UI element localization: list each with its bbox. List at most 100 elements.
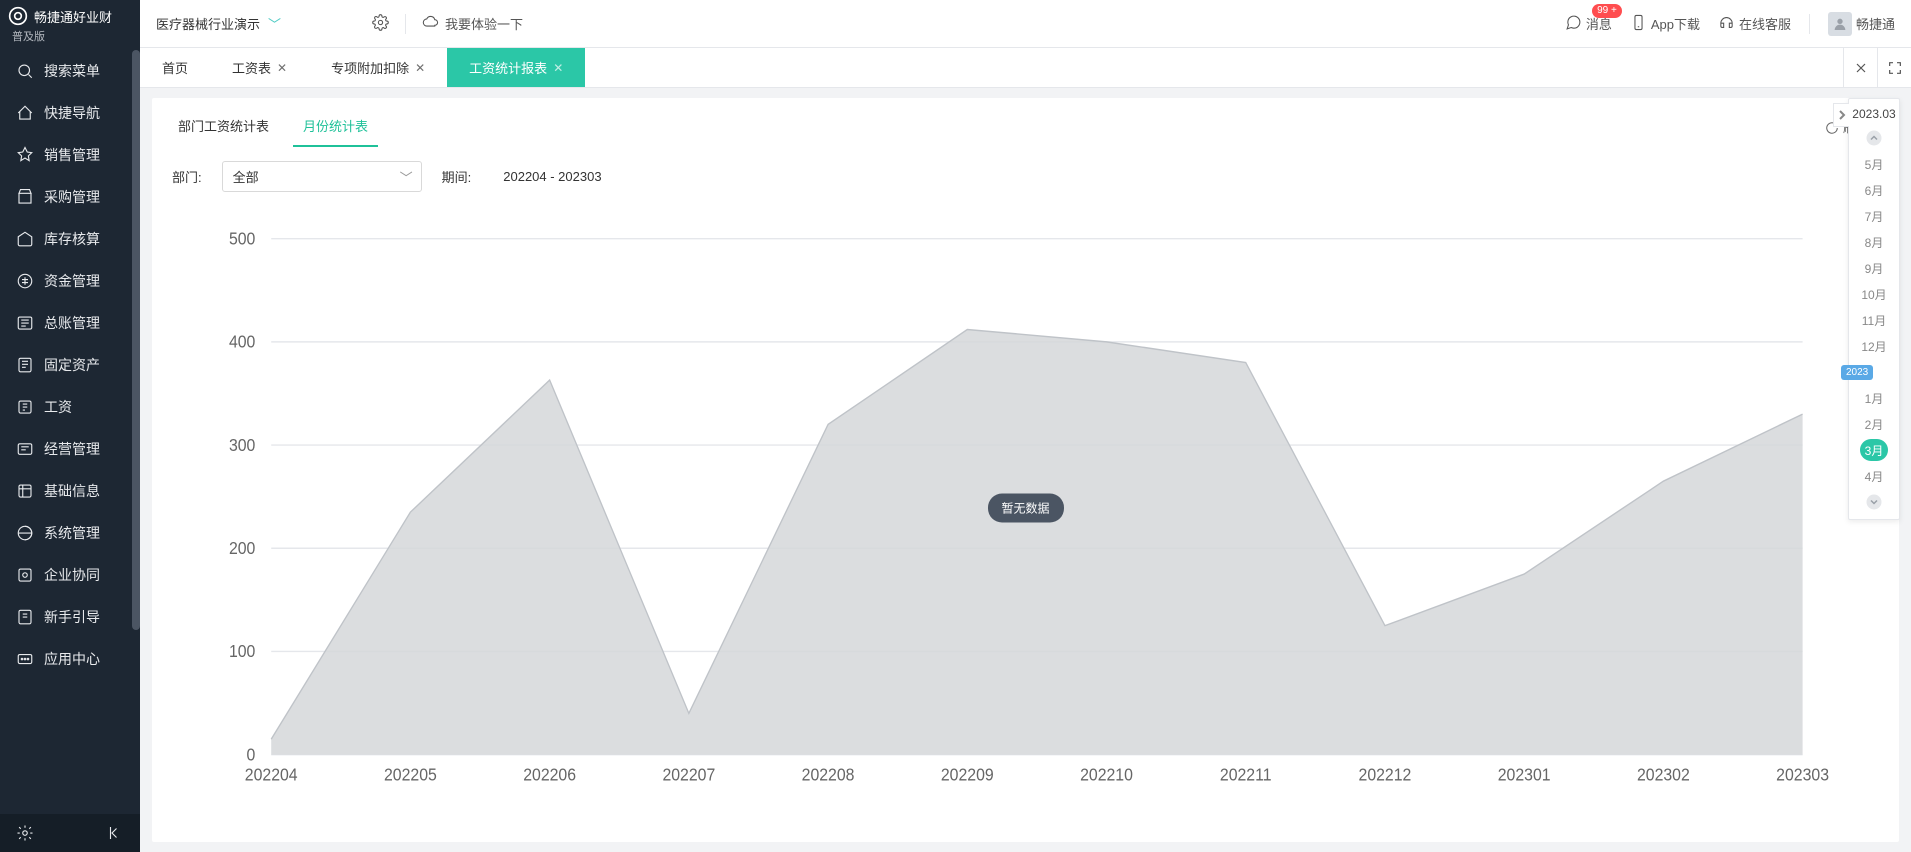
chart-area: 0100200300400500202204202205202206202207… [152,200,1899,842]
menu-label: 总账管理 [44,313,100,333]
fullscreen-button[interactable] [1877,48,1911,87]
menu-label: 快捷导航 [44,103,100,123]
period-month[interactable]: 12月 [1860,335,1888,357]
dept-label: 部门: [172,167,202,186]
period-month[interactable]: 5月 [1860,153,1888,175]
menu-label: 企业协同 [44,565,100,585]
sidebar-item-9[interactable]: 经营管理 [0,428,140,470]
menu-icon [16,440,34,458]
menu-icon [16,356,34,374]
period-prev-button[interactable] [1849,127,1899,149]
menu-label: 销售管理 [44,145,100,165]
sidebar-item-13[interactable]: 新手引导 [0,596,140,638]
close-icon[interactable]: ✕ [553,61,563,75]
menu-label: 新手引导 [44,607,100,627]
svg-text:300: 300 [229,435,255,455]
collapse-icon[interactable] [106,824,124,842]
avatar-icon [1828,12,1852,36]
headset-icon [1718,14,1735,34]
menu-icon [16,650,34,668]
close-icon[interactable]: ✕ [415,61,425,75]
period-month[interactable]: 8月 [1860,231,1888,253]
sidebar-item-11[interactable]: 系统管理 [0,512,140,554]
tab-0[interactable]: 首页 [140,48,210,87]
sidebar-menu: 搜索菜单快捷导航销售管理采购管理库存核算资金管理总账管理固定资产工资经营管理基础… [0,50,140,814]
message-icon [1565,14,1582,34]
menu-label: 搜索菜单 [44,61,100,81]
period-month[interactable]: 7月 [1860,205,1888,227]
period-month[interactable]: 9月 [1860,257,1888,279]
subtab-1[interactable]: 月份统计表 [293,108,378,147]
svg-text:100: 100 [229,642,255,662]
tabs-row: 首页工资表✕专项附加扣除✕工资统计报表✕ [140,48,1911,88]
message-button[interactable]: 消息 99 + [1565,14,1612,34]
period-next-button[interactable] [1849,491,1899,513]
svg-text:202212: 202212 [1359,765,1412,785]
sidebar-item-7[interactable]: 固定资产 [0,344,140,386]
tabs-close-button[interactable] [1843,48,1877,87]
menu-icon [16,62,34,80]
dept-select[interactable]: 全部 ﹀ [222,161,422,192]
try-link[interactable]: 我要体验一下 [422,14,523,34]
tab-label: 专项附加扣除 [331,58,409,77]
org-selector[interactable]: 医疗器械行业演示 ﹀ [156,14,356,33]
sidebar-item-5[interactable]: 资金管理 [0,260,140,302]
period-label: 期间: [442,167,472,186]
svg-text:202302: 202302 [1637,765,1690,785]
svg-text:202210: 202210 [1080,765,1133,785]
subtab-0[interactable]: 部门工资统计表 [168,108,279,147]
menu-icon [16,398,34,416]
period-month[interactable]: 10月 [1860,283,1888,305]
period-month[interactable]: 2月 [1860,413,1888,435]
sidebar-item-10[interactable]: 基础信息 [0,470,140,512]
sidebar-item-0[interactable]: 搜索菜单 [0,50,140,92]
support-label: 在线客服 [1739,14,1791,33]
menu-label: 库存核算 [44,229,100,249]
menu-icon [16,314,34,332]
period-rail-toggle[interactable] [1833,103,1849,127]
period-month[interactable]: 6月 [1860,179,1888,201]
sidebar-item-8[interactable]: 工资 [0,386,140,428]
user-menu[interactable]: 畅捷通 [1828,12,1895,36]
logo-area: 畅捷通好业财 [0,0,140,28]
sidebar-item-2[interactable]: 销售管理 [0,134,140,176]
menu-icon [16,608,34,626]
sidebar-item-3[interactable]: 采购管理 [0,176,140,218]
sidebar-item-4[interactable]: 库存核算 [0,218,140,260]
settings-icon[interactable] [16,824,34,842]
tab-label: 首页 [162,58,188,77]
menu-icon [16,566,34,584]
period-month[interactable]: 4月 [1860,465,1888,487]
menu-icon [16,272,34,290]
gear-icon[interactable] [372,14,389,34]
filters-bar: 部门: 全部 ﹀ 期间: 202204 - 202303 [152,147,1899,200]
sidebar-item-1[interactable]: 快捷导航 [0,92,140,134]
close-icon[interactable]: ✕ [277,61,287,75]
period-month[interactable]: 11月 [1860,309,1888,331]
period-month[interactable]: 1月 [1860,387,1888,409]
support-button[interactable]: 在线客服 [1718,14,1791,34]
svg-text:400: 400 [229,332,255,352]
period-list: 5月6月7月8月9月10月11月12月20231月2月3月4月 [1849,149,1899,491]
phone-icon [1630,14,1647,34]
period-month[interactable]: 3月 [1860,439,1888,461]
sidebar-item-12[interactable]: 企业协同 [0,554,140,596]
logo-icon [8,6,28,26]
app-download-label: App下载 [1651,14,1700,33]
menu-label: 应用中心 [44,649,100,669]
sidebar-item-6[interactable]: 总账管理 [0,302,140,344]
svg-text:202205: 202205 [384,765,437,785]
tab-1[interactable]: 工资表✕ [210,48,309,87]
sidebar-scrollbar[interactable] [132,50,140,650]
sidebar-item-14[interactable]: 应用中心 [0,638,140,680]
menu-icon [16,482,34,500]
menu-label: 采购管理 [44,187,100,207]
logo-title: 畅捷通好业财 [34,7,112,26]
tab-3[interactable]: 工资统计报表✕ [447,48,585,87]
no-data-badge: 暂无数据 [987,494,1063,523]
cloud-icon [422,14,439,34]
app-download-button[interactable]: App下载 [1630,14,1700,34]
svg-text:200: 200 [229,538,255,558]
tab-2[interactable]: 专项附加扣除 ✕ [309,48,447,87]
period-head: 2023.03 [1849,105,1899,127]
